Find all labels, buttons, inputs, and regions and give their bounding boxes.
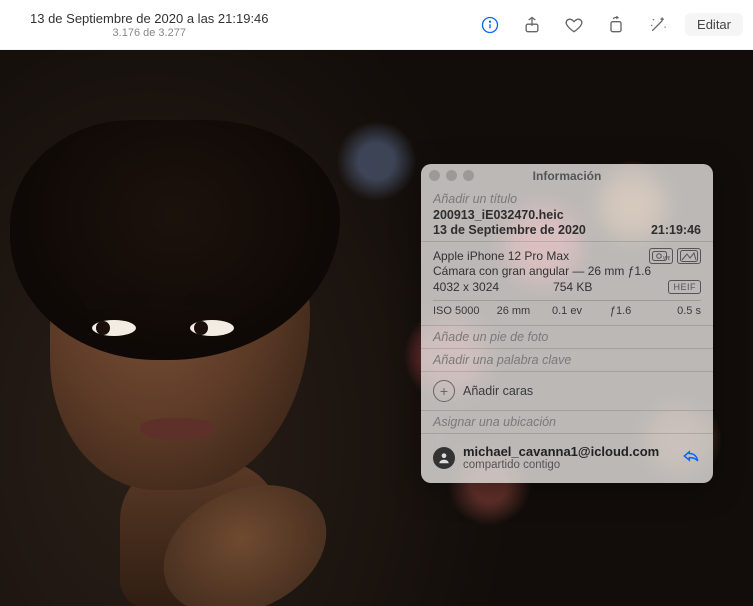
filesize-label: 754 KB <box>553 280 592 294</box>
keyword-input[interactable]: Añadir una palabra clave <box>433 353 701 367</box>
info-icon <box>480 15 500 35</box>
exif-metrics: ISO 5000 26 mm 0.1 ev ƒ1.6 0.5 s <box>433 300 701 317</box>
reply-button[interactable] <box>681 446 701 469</box>
info-panel: Información Añadir un título 200913_iE03… <box>421 164 713 483</box>
camera-model: Apple iPhone 12 Pro Max <box>433 249 569 263</box>
plus-icon: + <box>433 380 455 402</box>
photo-viewer[interactable]: Información Añadir un título 200913_iE03… <box>0 50 753 606</box>
title-input[interactable]: Añadir un título <box>433 192 701 206</box>
focal-value: 26 mm <box>487 305 541 317</box>
window-controls[interactable] <box>429 170 474 181</box>
raw-wb-icon: WB <box>649 248 673 264</box>
shared-status-label: compartido contigo <box>463 459 659 471</box>
location-input[interactable]: Asignar una ubicación <box>433 415 701 429</box>
ev-value: 0.1 ev <box>540 305 594 317</box>
person-icon <box>437 451 451 465</box>
rotate-button[interactable] <box>597 10 635 40</box>
aperture-value: ƒ1.6 <box>594 305 648 317</box>
reply-icon <box>681 446 701 466</box>
camera-section: Apple iPhone 12 Pro Max WB Cámara con gr… <box>421 242 713 326</box>
favorite-button[interactable] <box>555 10 593 40</box>
caption-section: Añade un pie de foto <box>421 326 713 349</box>
photo-subject <box>30 160 370 600</box>
photo-counter: 3.176 de 3.277 <box>30 27 269 39</box>
caption-input[interactable]: Añade un pie de foto <box>433 330 701 344</box>
shared-text: michael_cavanna1@icloud.com compartido c… <box>463 444 659 471</box>
iso-value: ISO 5000 <box>433 305 487 317</box>
shared-by-label: michael_cavanna1@icloud.com <box>463 444 659 459</box>
avatar <box>433 447 455 469</box>
enhance-button[interactable] <box>639 10 677 40</box>
location-section: Asignar una ubicación <box>421 411 713 434</box>
toolbar-title-block: 13 de Septiembre de 2020 a las 21:19:46 … <box>10 11 269 39</box>
photo-datetime: 13 de Septiembre de 2020 a las 21:19:46 <box>30 11 269 26</box>
share-button[interactable] <box>513 10 551 40</box>
exposure-icon <box>677 248 701 264</box>
minimize-dot[interactable] <box>446 170 457 181</box>
wand-icon <box>648 15 668 35</box>
close-dot[interactable] <box>429 170 440 181</box>
add-faces-row[interactable]: + Añadir caras <box>421 372 713 411</box>
info-panel-titlebar[interactable]: Información <box>421 164 713 188</box>
zoom-dot[interactable] <box>463 170 474 181</box>
info-button[interactable] <box>471 10 509 40</box>
share-icon <box>522 15 542 35</box>
rotate-icon <box>606 15 626 35</box>
format-badge: HEIF <box>668 280 701 294</box>
shutter-value: 0.5 s <box>647 305 701 317</box>
toolbar: 13 de Septiembre de 2020 a las 21:19:46 … <box>0 0 753 50</box>
lens-label: Cámara con gran angular — 26 mm ƒ1.6 <box>433 264 701 278</box>
svg-text:WB: WB <box>663 256 670 262</box>
heart-icon <box>564 15 584 35</box>
dimensions-label: 4032 x 3024 <box>433 280 499 294</box>
toolbar-actions: Editar <box>471 10 743 40</box>
filename-label: 200913_iE032470.heic <box>433 208 701 222</box>
shared-with-row[interactable]: michael_cavanna1@icloud.com compartido c… <box>421 434 713 483</box>
date-label: 13 de Septiembre de 2020 <box>433 223 586 237</box>
add-faces-label: Añadir caras <box>463 384 533 398</box>
time-label: 21:19:46 <box>651 223 701 237</box>
title-section: Añadir un título 200913_iE032470.heic 13… <box>421 188 713 242</box>
edit-button[interactable]: Editar <box>685 13 743 36</box>
info-panel-title: Información <box>533 169 602 183</box>
keyword-section: Añadir una palabra clave <box>421 349 713 372</box>
